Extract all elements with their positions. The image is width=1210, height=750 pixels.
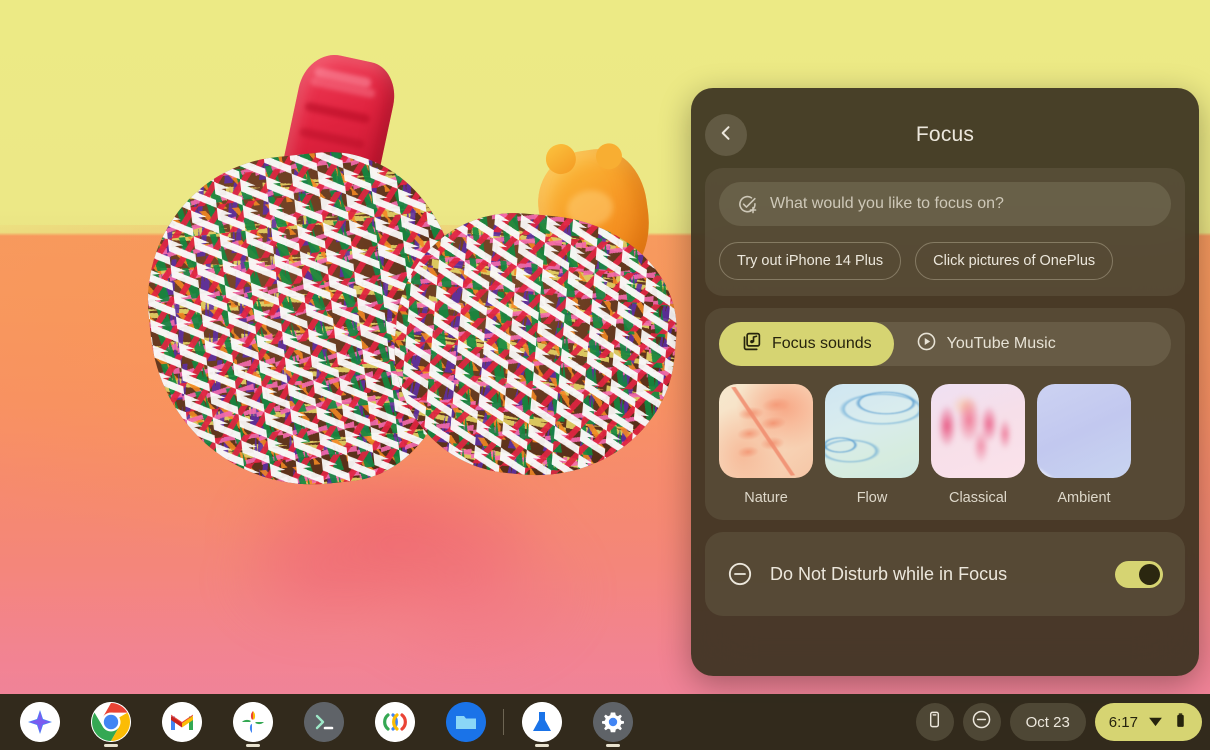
chip-label: Try out iPhone 14 Plus (737, 253, 884, 269)
page-title: Focus (915, 123, 975, 146)
wallpaper-reflection (140, 470, 700, 694)
tab-label: Focus sounds (772, 335, 872, 352)
classical-thumbnail-icon (931, 384, 1025, 478)
battery-full-icon (1173, 712, 1188, 733)
sound-tile-ambient[interactable]: Ambient (1037, 384, 1131, 506)
do-not-disturb-icon (971, 709, 992, 735)
sparkle-icon (19, 702, 60, 742)
library-music-icon (741, 331, 762, 357)
tray-do-not-disturb-button[interactable] (962, 703, 1001, 741)
sound-tile-label: Nature (744, 490, 788, 506)
do-not-disturb-row[interactable]: Do Not Disturb while in Focus (705, 532, 1185, 616)
sound-tile-label: Ambient (1057, 490, 1111, 506)
do-not-disturb-toggle[interactable] (1115, 560, 1163, 588)
shelf-app-list (0, 694, 648, 750)
tray-time-label: 6:17 (1108, 713, 1138, 731)
sound-tile-nature[interactable]: Nature (719, 384, 813, 506)
shelf-item-files[interactable] (430, 694, 501, 750)
chip-label: Click pictures of OnePlus (933, 253, 1096, 269)
phone-icon (925, 710, 944, 734)
files-folder-icon (445, 702, 486, 742)
beaker-icon (521, 702, 562, 742)
status-tray: Oct 23 6:17 (915, 703, 1210, 741)
tab-focus-sounds[interactable]: Focus sounds (719, 322, 894, 366)
tab-youtube-music[interactable]: YouTube Music (894, 322, 1078, 366)
sound-tile-flow[interactable]: Flow (825, 384, 919, 506)
focus-search-input[interactable] (770, 195, 1153, 213)
suggestion-chip-iphone[interactable]: Try out iPhone 14 Plus (719, 242, 902, 280)
do-not-disturb-label: Do Not Disturb while in Focus (770, 563, 1008, 584)
shelf: Oct 23 6:17 (0, 694, 1210, 750)
nature-thumbnail-icon (719, 384, 813, 478)
sound-tile-label: Flow (856, 490, 888, 506)
tray-date-label: Oct 23 (1025, 713, 1070, 731)
meet-icon (374, 702, 415, 742)
running-indicator (245, 744, 260, 747)
shelf-item-terminal[interactable] (288, 694, 359, 750)
wallpaper-sprinkle-treat-right (384, 203, 686, 487)
sound-source-toggle: Focus sounds YouTube Music (719, 322, 1171, 366)
chrome-icon (90, 702, 131, 742)
suggestion-chip-oneplus[interactable]: Click pictures of OnePlus (915, 242, 1114, 280)
ambient-thumbnail-icon (1037, 384, 1131, 478)
focus-input-card: Try out iPhone 14 Plus Click pictures of… (705, 168, 1185, 296)
focus-sounds-card: Focus sounds YouTube Music Nature Flow C… (705, 308, 1185, 520)
back-button[interactable] (705, 114, 747, 156)
shelf-item-beaker[interactable] (506, 694, 577, 750)
sound-tile-grid: Nature Flow Classical Ambient (719, 384, 1171, 506)
shelf-divider (503, 709, 504, 735)
wifi-icon (1147, 712, 1164, 733)
focus-panel: Focus Try out iPhone 14 Plus Click pictu… (691, 88, 1199, 676)
toggle-knob (1139, 563, 1160, 585)
shelf-item-chrome[interactable] (75, 694, 146, 750)
flow-thumbnail-icon (825, 384, 919, 478)
photos-icon (232, 702, 273, 742)
shelf-item-gmail[interactable] (146, 694, 217, 750)
gmail-icon (161, 702, 202, 742)
play-circle-icon (916, 331, 937, 357)
tray-status-area[interactable]: 6:17 (1094, 703, 1202, 741)
focus-panel-header: Focus (705, 102, 1185, 168)
tab-label: YouTube Music (946, 335, 1056, 352)
tray-date-button[interactable]: Oct 23 (1009, 703, 1086, 741)
suggestion-chip-row: Try out iPhone 14 Plus Click pictures of… (719, 242, 1171, 280)
sound-tile-label: Classical (948, 490, 1007, 506)
shelf-item-photos[interactable] (217, 694, 288, 750)
running-indicator (534, 744, 549, 747)
focus-search-row[interactable] (719, 182, 1171, 226)
chevron-left-icon (716, 123, 736, 148)
shelf-item-meet[interactable] (359, 694, 430, 750)
terminal-icon (303, 702, 344, 742)
shelf-item-assistant[interactable] (4, 694, 75, 750)
sprinkle-texture (384, 203, 686, 487)
sound-tile-classical[interactable]: Classical (931, 384, 1025, 506)
check-circle-plus-icon (737, 194, 758, 215)
shelf-item-settings[interactable] (577, 694, 648, 750)
phone-hub-button[interactable] (915, 703, 954, 741)
do-not-disturb-icon (727, 561, 753, 587)
gear-icon (592, 702, 633, 742)
running-indicator (605, 744, 620, 747)
running-indicator (103, 744, 118, 747)
